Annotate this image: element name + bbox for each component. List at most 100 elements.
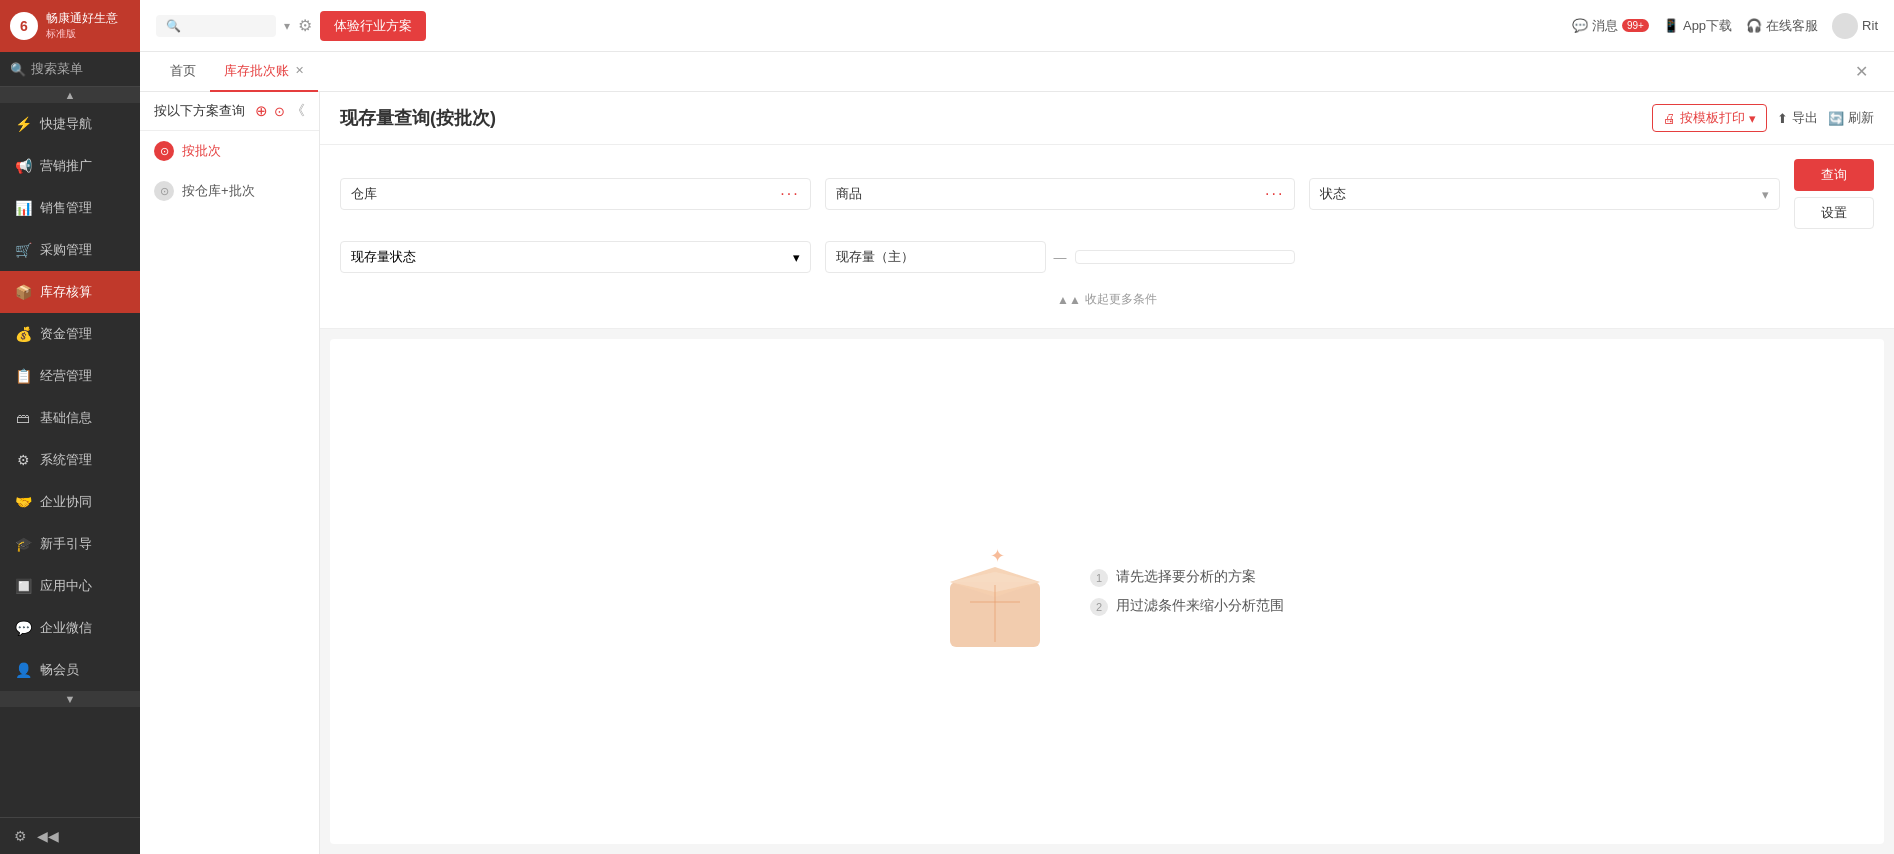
sidebar-item-label: 快捷导航 — [40, 115, 92, 133]
topbar-search-box[interactable]: 🔍 — [156, 15, 276, 37]
filter-area: 仓库 ··· 商品 ··· 状态 — [320, 145, 1894, 329]
right-panel: 现存量查询(按批次) 🖨 按模板打印 ▾ ⬆ 导出 🔄 刷新 — [320, 92, 1894, 854]
scroll-up-arrow[interactable]: ▲ — [0, 87, 140, 103]
tabbar: 首页 库存批次账 ✕ ✕ — [140, 52, 1894, 92]
sidebar-item-member[interactable]: 👤 畅会员 — [0, 649, 140, 691]
empty-step-1-label: 请先选择要分析的方案 — [1116, 568, 1256, 586]
sidebar-item-system[interactable]: ⚙ 系统管理 — [0, 439, 140, 481]
step-2-num: 2 — [1090, 598, 1108, 616]
plan-icon-inactive: ⊙ — [154, 181, 174, 201]
page-header-actions: 🖨 按模板打印 ▾ ⬆ 导出 🔄 刷新 — [1652, 104, 1874, 132]
warehouse-input[interactable]: 仓库 ··· — [340, 178, 811, 210]
inventory-amount-to[interactable] — [1075, 250, 1296, 264]
sidebar-item-enterprise[interactable]: 🤝 企业协同 — [0, 481, 140, 523]
print-icon: 🖨 — [1663, 111, 1676, 126]
export-btn-label: 导出 — [1792, 109, 1818, 127]
notif-badge: 99+ — [1622, 19, 1649, 32]
tab-close-icon[interactable]: ✕ — [295, 64, 304, 77]
app-logo: 6 — [10, 12, 38, 40]
add-plan-icon[interactable]: ⊕ — [255, 102, 268, 120]
sidebar-item-label: 采购管理 — [40, 241, 92, 259]
filter-row-2: 现存量状态 ▾ 现存量（主） — — [340, 241, 1874, 273]
sidebar-item-guide[interactable]: 🎓 新手引导 — [0, 523, 140, 565]
operation-icon: 📋 — [14, 367, 32, 385]
sidebar-item-label: 新手引导 — [40, 535, 92, 553]
plan-item-warehouse-batch[interactable]: ⊙ 按仓库+批次 — [140, 171, 319, 211]
tab-panel-close-button[interactable]: ✕ — [1845, 62, 1878, 81]
app-download-item[interactable]: 📱 App下载 — [1663, 17, 1732, 35]
tab-home[interactable]: 首页 — [156, 52, 210, 92]
inventory-status-select[interactable]: 现存量状态 ▾ — [340, 241, 811, 273]
app-name: 畅康通好生意 — [46, 11, 118, 27]
notification-item[interactable]: 💬 消息 99+ — [1572, 17, 1649, 35]
sidebar-item-marketing[interactable]: 📢 营销推广 — [0, 145, 140, 187]
settings-button[interactable]: 设置 — [1794, 197, 1874, 229]
query-button[interactable]: 查询 — [1794, 159, 1874, 191]
tab-home-label: 首页 — [170, 62, 196, 80]
search-menu-item[interactable]: 🔍 搜索菜单 — [0, 52, 140, 87]
purchase-icon: 🛒 — [14, 241, 32, 259]
inventory-icon: 📦 — [14, 283, 32, 301]
export-button[interactable]: ⬆ 导出 — [1777, 109, 1818, 127]
tab-inventory-batch[interactable]: 库存批次账 ✕ — [210, 52, 318, 92]
topbar-right: 💬 消息 99+ 📱 App下载 🎧 在线客服 Rit — [1572, 13, 1878, 39]
print-button[interactable]: 🖨 按模板打印 ▾ — [1652, 104, 1767, 132]
sidebar-item-quicknav[interactable]: ⚡ 快捷导航 — [0, 103, 140, 145]
topbar-chevron-icon[interactable]: ▾ — [284, 19, 290, 33]
filter-action-buttons: 查询 设置 — [1794, 159, 1874, 229]
footer-collapse-icon[interactable]: ◀◀ — [37, 828, 59, 844]
collapse-panel-icon[interactable]: 《 — [291, 102, 305, 120]
inventory-amount-from[interactable]: 现存量（主） — [825, 241, 1046, 273]
sidebar-item-finance[interactable]: 💰 资金管理 — [0, 313, 140, 355]
system-icon: ⚙ — [14, 451, 32, 469]
sidebar-item-label: 应用中心 — [40, 577, 92, 595]
wechat-icon: 💬 — [14, 619, 32, 637]
collapse-filter-button[interactable]: ▲▲ 收起更多条件 — [340, 285, 1874, 314]
trial-button[interactable]: 体验行业方案 — [320, 11, 426, 41]
app-version: 标准版 — [46, 27, 118, 41]
content-area: 按以下方案查询 ⊕ ⊙ 《 ⊙ 按批次 ⊙ 按仓库+批次 现存量查询(按批次) — [140, 92, 1894, 854]
warehouse-field: 仓库 ··· — [340, 178, 811, 210]
edit-plan-icon[interactable]: ⊙ — [274, 104, 285, 119]
status-label: 状态 — [1320, 185, 1346, 203]
goods-field: 商品 ··· — [825, 178, 1296, 210]
sidebar-item-sales[interactable]: 📊 销售管理 — [0, 187, 140, 229]
sidebar-item-inventory[interactable]: 📦 库存核算 — [0, 271, 140, 313]
export-icon: ⬆ — [1777, 111, 1788, 126]
goods-label: 商品 — [836, 185, 862, 203]
basic-icon: 🗃 — [14, 409, 32, 427]
plan-item-batch[interactable]: ⊙ 按批次 — [140, 131, 319, 171]
service-label: 在线客服 — [1766, 17, 1818, 35]
goods-input[interactable]: 商品 ··· — [825, 178, 1296, 210]
empty-state-illustration: ✦ — [930, 527, 1060, 657]
app-title-wrap: 畅康通好生意 标准版 — [46, 11, 118, 41]
status-select[interactable]: 状态 ▾ — [1309, 178, 1780, 210]
refresh-button[interactable]: 🔄 刷新 — [1828, 109, 1874, 127]
refresh-icon: 🔄 — [1828, 111, 1844, 126]
left-panel-title: 按以下方案查询 — [154, 102, 245, 120]
sidebar-item-apps[interactable]: 🔲 应用中心 — [0, 565, 140, 607]
sidebar-item-basic[interactable]: 🗃 基础信息 — [0, 397, 140, 439]
footer-gear-icon[interactable]: ⚙ — [14, 828, 27, 844]
topbar-gear-icon[interactable]: ⚙ — [298, 16, 312, 35]
service-item[interactable]: 🎧 在线客服 — [1746, 17, 1818, 35]
sidebar-item-wechat[interactable]: 💬 企业微信 — [0, 607, 140, 649]
user-profile[interactable]: Rit — [1832, 13, 1878, 39]
inventory-status-field: 现存量状态 ▾ — [340, 241, 811, 273]
plan-item-warehouse-batch-label: 按仓库+批次 — [182, 182, 255, 200]
sidebar-item-purchase[interactable]: 🛒 采购管理 — [0, 229, 140, 271]
topbar-left: 🔍 ▾ ⚙ 体验行业方案 — [156, 11, 1562, 41]
sales-icon: 📊 — [14, 199, 32, 217]
scroll-down-arrow[interactable]: ▼ — [0, 691, 140, 707]
sidebar-item-label: 基础信息 — [40, 409, 92, 427]
guide-icon: 🎓 — [14, 535, 32, 553]
headset-icon: 🎧 — [1746, 18, 1762, 33]
left-panel-actions: ⊕ ⊙ 《 — [255, 102, 305, 120]
marketing-icon: 📢 — [14, 157, 32, 175]
inv-status-chevron-icon: ▾ — [793, 250, 800, 265]
warehouse-label: 仓库 — [351, 185, 377, 203]
empty-step-2: 2 用过滤条件来缩小分析范围 — [1090, 597, 1284, 616]
sidebar-item-operation[interactable]: 📋 经营管理 — [0, 355, 140, 397]
step-1-num: 1 — [1090, 569, 1108, 587]
empty-state-text: 1 请先选择要分析的方案 2 用过滤条件来缩小分析范围 — [1090, 568, 1284, 616]
